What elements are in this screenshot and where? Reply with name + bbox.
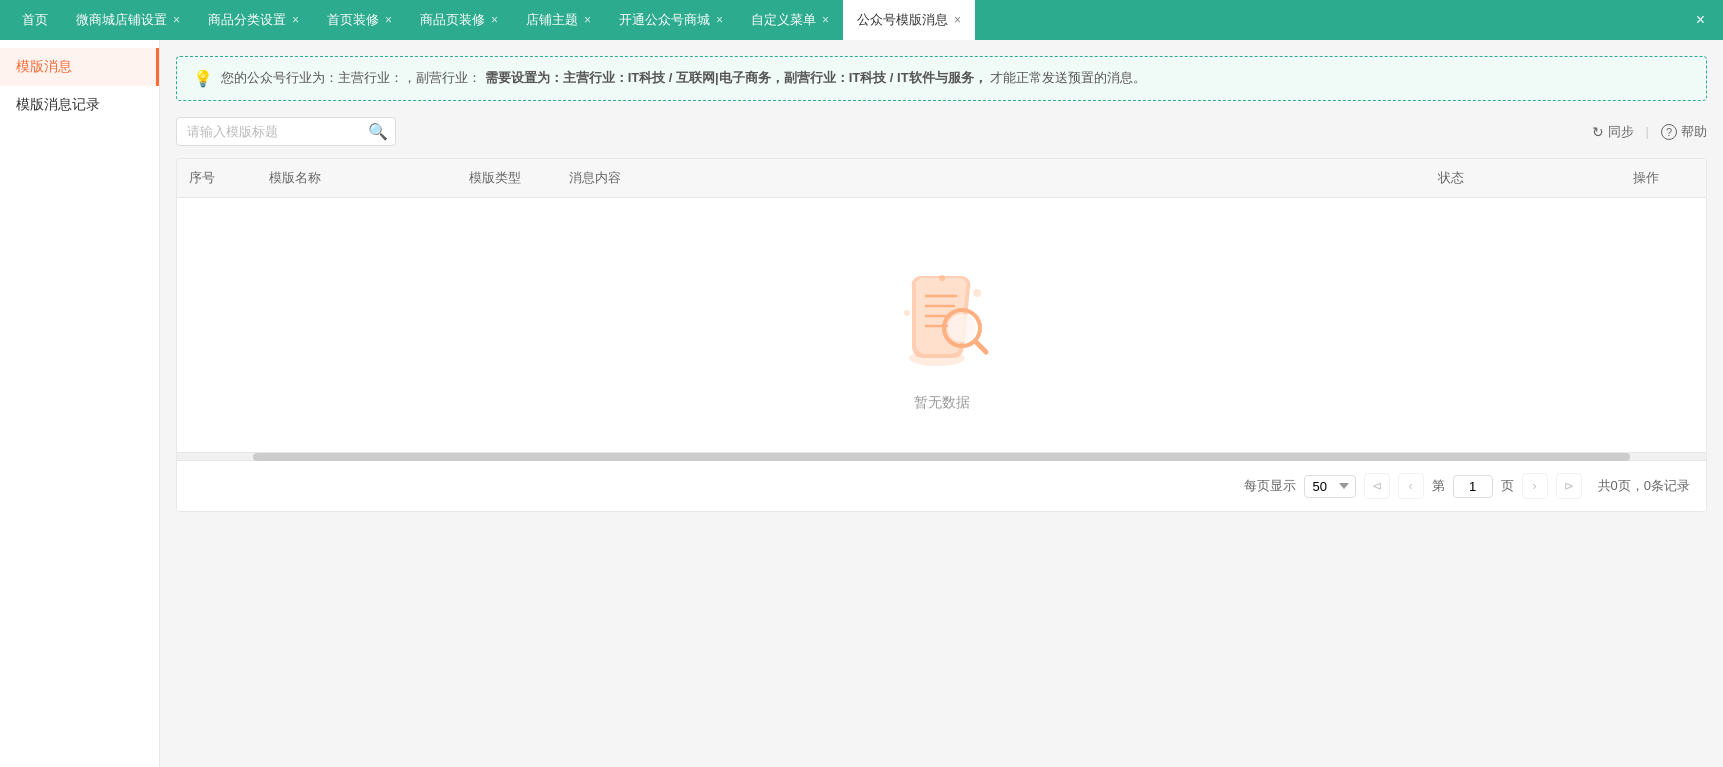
top-nav: 首页 微商城店铺设置 × 商品分类设置 × 首页装修 × 商品页装修 × 店铺主… (0, 0, 1723, 40)
data-table: 序号 模版名称 模版类型 消息内容 状态 操作 (176, 158, 1707, 512)
svg-point-10 (904, 310, 910, 316)
alert-prefix: 您的公众号行业为：主营行业：，副营行业： (221, 70, 481, 85)
alert-icon: 💡 (193, 69, 213, 88)
tab-weshop-label: 微商城店铺设置 (76, 11, 167, 29)
th-content: 消息内容 (557, 159, 1426, 197)
close-template-tab[interactable]: × (954, 13, 961, 27)
alert-text: 您的公众号行业为：主营行业：，副营行业： 需要设置为：主营行业：IT科技 / 互… (221, 69, 1146, 87)
close-category-tab[interactable]: × (292, 13, 299, 27)
sidebar-item-template-msg-label: 模版消息 (16, 58, 72, 74)
pagination: 每页显示 50 10 20 100 ⊲ ‹ 第 页 › ⊳ 共0页，0条记录 (177, 460, 1706, 511)
prev-page-button[interactable]: ‹ (1398, 473, 1424, 499)
th-name: 模版名称 (257, 159, 457, 197)
empty-illustration (882, 258, 1002, 378)
tab-product-label: 商品页装修 (420, 11, 485, 29)
sync-button[interactable]: ↻ 同步 (1592, 123, 1634, 141)
tab-home-label: 首页 (22, 11, 48, 29)
close-all-button[interactable]: × (1686, 11, 1715, 29)
tab-theme-label: 店铺主题 (526, 11, 578, 29)
scrollbar-thumb[interactable] (253, 453, 1629, 461)
svg-line-7 (975, 341, 986, 352)
th-action: 操作 (1586, 159, 1706, 197)
page-input[interactable] (1453, 475, 1493, 498)
page-size-label: 每页显示 (1244, 477, 1296, 495)
tab-product[interactable]: 商品页装修 × (406, 0, 512, 40)
tab-weshop[interactable]: 微商城店铺设置 × (62, 0, 194, 40)
main-content: 💡 您的公众号行业为：主营行业：，副营行业： 需要设置为：主营行业：IT科技 /… (160, 40, 1723, 767)
tab-template[interactable]: 公众号模版消息 × (843, 0, 975, 40)
help-icon: ? (1661, 124, 1677, 140)
search-bar: 🔍 ↻ 同步 | ? 帮助 (176, 117, 1707, 146)
search-button[interactable]: 🔍 (368, 122, 388, 141)
svg-point-6 (948, 314, 976, 342)
horizontal-scrollbar[interactable] (177, 452, 1706, 460)
tab-category[interactable]: 商品分类设置 × (194, 0, 313, 40)
last-page-button[interactable]: ⊳ (1556, 473, 1582, 499)
th-seq: 序号 (177, 159, 257, 197)
tab-template-label: 公众号模版消息 (857, 11, 948, 29)
alert-highlight: 需要设置为：主营行业：IT科技 / 互联网|电子商务，副营行业：IT科技 / I… (485, 70, 987, 85)
next-page-button[interactable]: › (1522, 473, 1548, 499)
empty-state: 暂无数据 (177, 198, 1706, 452)
tab-homepage[interactable]: 首页装修 × (313, 0, 406, 40)
search-input-wrap: 🔍 (176, 117, 396, 146)
close-homepage-tab[interactable]: × (385, 13, 392, 27)
search-icon: 🔍 (368, 123, 388, 140)
sync-icon: ↻ (1592, 124, 1604, 140)
main-layout: 模版消息 模版消息记录 💡 您的公众号行业为：主营行业：，副营行业： 需要设置为… (0, 40, 1723, 767)
table-header: 序号 模版名称 模版类型 消息内容 状态 操作 (177, 159, 1706, 198)
th-type: 模版类型 (457, 159, 557, 197)
tab-category-label: 商品分类设置 (208, 11, 286, 29)
empty-text: 暂无数据 (914, 394, 970, 412)
page-suffix-label: 页 (1501, 477, 1514, 495)
sidebar: 模版消息 模版消息记录 (0, 40, 160, 767)
th-status: 状态 (1426, 159, 1586, 197)
total-label: 共0页，0条记录 (1598, 477, 1690, 495)
tab-theme[interactable]: 店铺主题 × (512, 0, 605, 40)
help-label: 帮助 (1681, 123, 1707, 141)
close-theme-tab[interactable]: × (584, 13, 591, 27)
close-menu-tab[interactable]: × (822, 13, 829, 27)
svg-point-8 (939, 275, 945, 281)
close-weshop-tab[interactable]: × (173, 13, 180, 27)
tab-mall[interactable]: 开通公众号商城 × (605, 0, 737, 40)
search-divider: | (1646, 124, 1649, 139)
sidebar-item-template-msg[interactable]: 模版消息 (0, 48, 159, 86)
tab-menu[interactable]: 自定义菜单 × (737, 0, 843, 40)
tab-home[interactable]: 首页 (8, 0, 62, 40)
alert-banner: 💡 您的公众号行业为：主营行业：，副营行业： 需要设置为：主营行业：IT科技 /… (176, 56, 1707, 101)
tab-mall-label: 开通公众号商城 (619, 11, 710, 29)
first-page-button[interactable]: ⊲ (1364, 473, 1390, 499)
search-left: 🔍 (176, 117, 396, 146)
sidebar-item-template-log-label: 模版消息记录 (16, 96, 100, 112)
page-jump-prefix: 第 (1432, 477, 1445, 495)
search-right: ↻ 同步 | ? 帮助 (1592, 123, 1707, 141)
page-size-select[interactable]: 50 10 20 100 (1304, 475, 1356, 498)
sync-label: 同步 (1608, 123, 1634, 141)
tab-menu-label: 自定义菜单 (751, 11, 816, 29)
alert-suffix: 才能正常发送预置的消息。 (990, 70, 1146, 85)
close-mall-tab[interactable]: × (716, 13, 723, 27)
svg-point-9 (973, 289, 981, 297)
tab-homepage-label: 首页装修 (327, 11, 379, 29)
search-input[interactable] (176, 117, 396, 146)
sidebar-item-template-log[interactable]: 模版消息记录 (0, 86, 159, 124)
close-product-tab[interactable]: × (491, 13, 498, 27)
help-button[interactable]: ? 帮助 (1661, 123, 1707, 141)
